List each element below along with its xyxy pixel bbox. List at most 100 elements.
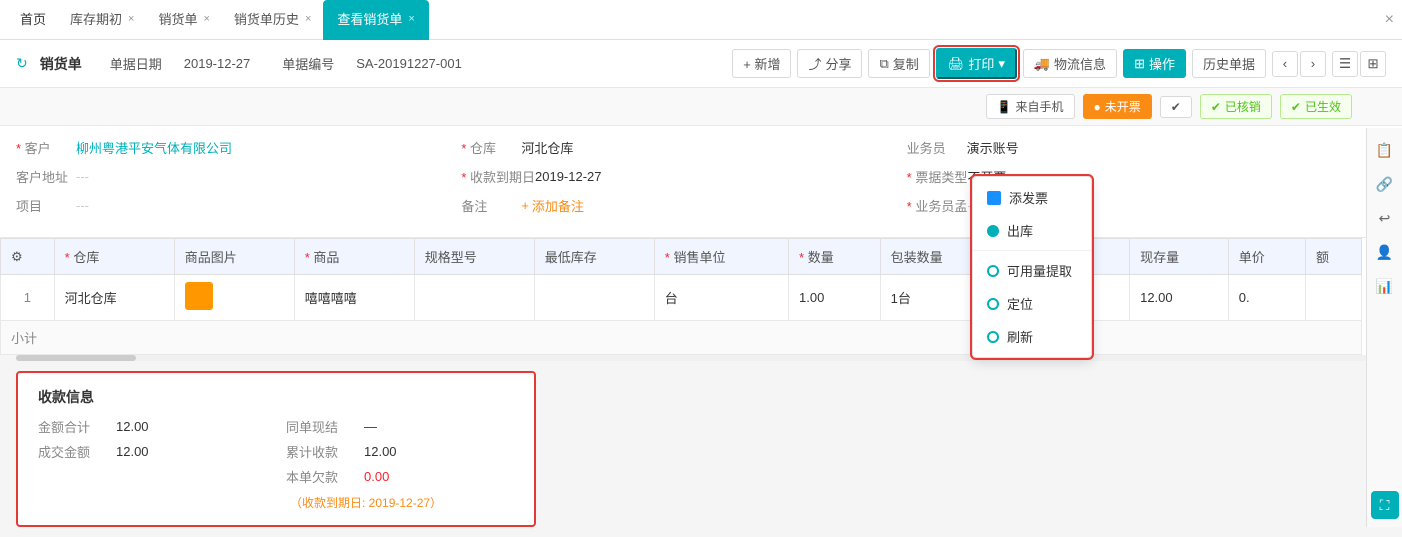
new-label: + 新增: [743, 54, 780, 73]
address-value: ---: [76, 169, 89, 184]
scroll-track[interactable]: [16, 355, 1386, 361]
due-row: 本单欠款 0.00 （收款到期日: 2019-12-27）: [286, 467, 514, 511]
sidebar-btn-5[interactable]: 📊: [1371, 272, 1399, 300]
address-label: 客户地址: [16, 167, 76, 186]
row-product-img: [174, 275, 294, 321]
tab-view-sales[interactable]: 查看销货单 ×: [323, 0, 428, 40]
col-quantity: * 数量: [789, 239, 881, 275]
phone-label: 来自手机: [1016, 98, 1064, 115]
address-field: 客户地址 ---: [16, 167, 461, 186]
project-value: ---: [76, 198, 89, 213]
transaction-row: 成交金额 12.00: [38, 442, 266, 461]
row-num: 1: [1, 275, 55, 321]
view-icons: ☰ ⊞: [1332, 51, 1386, 77]
total-row: 金额合计 12.00: [38, 417, 266, 436]
customer-label: 客户: [16, 138, 76, 157]
sidebar-btn-2[interactable]: 🔗: [1371, 170, 1399, 198]
tab-inventory[interactable]: 库存期初 ×: [58, 0, 146, 40]
total-value: 12.00: [116, 419, 149, 434]
row-spec: [414, 275, 534, 321]
tab-sales-history-close[interactable]: ×: [305, 13, 311, 25]
sidebar-btn-4[interactable]: 👤: [1371, 238, 1399, 266]
print-button[interactable]: 🖨 打印 ▾: [936, 48, 1017, 79]
col-unit-price: 单价: [1228, 239, 1305, 275]
add-invoice-label: 添发票: [1009, 188, 1048, 207]
menu-add-invoice[interactable]: 添发票: [973, 181, 1091, 214]
locate-label: 定位: [1007, 294, 1033, 313]
operation-button[interactable]: ⊞ 操作: [1123, 49, 1186, 78]
menu-quantity-pick[interactable]: 可用量提取: [973, 254, 1091, 287]
cumulative-row: 累计收款 12.00: [286, 442, 514, 461]
project-field: 项目 ---: [16, 196, 461, 215]
share-icon: ⤴: [808, 54, 821, 73]
col-stock: 现存量: [1130, 239, 1229, 275]
locate-icon: [987, 298, 999, 310]
sidebar-btn-1[interactable]: 📋: [1371, 136, 1399, 164]
menu-refresh[interactable]: 刷新: [973, 320, 1091, 353]
tab-sales-history[interactable]: 销货单历史 ×: [222, 0, 323, 40]
table-row: 1 河北仓库 嘻嘻嘻嘻 台 1.00 1台 12.00 0.: [1, 275, 1362, 321]
row-quantity: 1.00: [789, 275, 881, 321]
list-view-button[interactable]: ☰: [1332, 51, 1358, 77]
tab-view-sales-label: 查看销货单: [337, 9, 402, 28]
not-open-button[interactable]: ● 未开票: [1083, 94, 1152, 119]
summary-grid: 金额合计 12.00 同单现结 — 成交金额 12.00 累计收款 12.00: [38, 417, 514, 511]
tab-sales-close[interactable]: ×: [203, 13, 209, 25]
summary-title: 收款信息: [38, 387, 514, 407]
grid-view-button[interactable]: ⊞: [1360, 51, 1386, 77]
doc-header: ↻ 销货单 单据日期 2019-12-27 单据编号 SA-20191227-0…: [0, 40, 1402, 88]
quantity-pick-icon: [987, 265, 999, 277]
row-warehouse: 河北仓库: [54, 275, 174, 321]
date-label: 单据日期: [110, 54, 162, 73]
number-value: SA-20191227-001: [356, 56, 462, 71]
share-button[interactable]: ⤴ 分享: [797, 49, 862, 78]
close-all-button[interactable]: ×: [1385, 11, 1394, 29]
col-warehouse: * 仓库: [54, 239, 174, 275]
logistics-label: 物流信息: [1054, 54, 1106, 73]
outbound-icon: [987, 225, 999, 237]
new-button[interactable]: + 新增: [732, 49, 791, 78]
note-label: 备注: [461, 196, 521, 215]
col-sales-unit: * 销售单位: [654, 239, 788, 275]
main-content: 📱 来自手机 ● 未开票 ✔ ✔ 已核销 ✔ 已生效 客户: [0, 88, 1402, 527]
history-button[interactable]: 历史单据: [1192, 49, 1266, 78]
customer-field: 客户 柳州粤港平安气体有限公司: [16, 138, 461, 157]
menu-outbound[interactable]: 出库: [973, 214, 1091, 247]
doc-meta: 单据日期 2019-12-27 单据编号 SA-20191227-001: [110, 54, 462, 73]
date-value: 2019-12-27: [184, 56, 251, 71]
product-image: [185, 282, 213, 310]
prev-button[interactable]: ‹: [1272, 51, 1298, 77]
add-note-button[interactable]: + 添加备注: [521, 196, 584, 215]
subtotal-label: 小计: [1, 321, 1362, 355]
form-row-1: 客户 柳州粤港平安气体有限公司 仓库 河北仓库 业务员 演示账号: [16, 138, 1352, 157]
cumulative-value: 12.00: [364, 444, 397, 459]
not-open-label: 未开票: [1105, 98, 1141, 115]
same-order-value: —: [364, 419, 377, 434]
confirm-button[interactable]: ✔: [1160, 96, 1192, 118]
row-sales-unit: 台: [654, 275, 788, 321]
confirm-icon-green: ✔: [1211, 100, 1221, 114]
tab-view-sales-close[interactable]: ×: [408, 13, 414, 25]
col-settings[interactable]: ⚙: [1, 239, 55, 275]
total-label: 金额合计: [38, 417, 108, 436]
payment-date-field: 收款到期日 2019-12-27: [461, 167, 906, 186]
operation-label: 操作: [1149, 54, 1175, 73]
customer-value[interactable]: 柳州粤港平安气体有限公司: [76, 138, 232, 157]
tab-sales[interactable]: 销货单 ×: [146, 0, 221, 40]
next-button[interactable]: ›: [1300, 51, 1326, 77]
sidebar-expand-btn[interactable]: ⛶: [1371, 491, 1399, 519]
tab-home[interactable]: 首页: [8, 0, 58, 40]
col-product-img: 商品图片: [174, 239, 294, 275]
warehouse-value: 河北仓库: [521, 138, 573, 157]
sidebar-btn-3[interactable]: ↩: [1371, 204, 1399, 232]
print-dropdown-icon: ▾: [998, 56, 1005, 72]
copy-button[interactable]: ⧉ 复制: [868, 49, 929, 78]
logistics-button[interactable]: 🚚 物流信息: [1023, 49, 1117, 78]
project-label: 项目: [16, 196, 76, 215]
tab-inventory-close[interactable]: ×: [128, 13, 134, 25]
col-spec: 规格型号: [414, 239, 534, 275]
menu-locate[interactable]: 定位: [973, 287, 1091, 320]
phone-button[interactable]: 📱 来自手机: [986, 94, 1075, 119]
history-label: 历史单据: [1203, 54, 1255, 73]
col-amount: 额: [1306, 239, 1362, 275]
